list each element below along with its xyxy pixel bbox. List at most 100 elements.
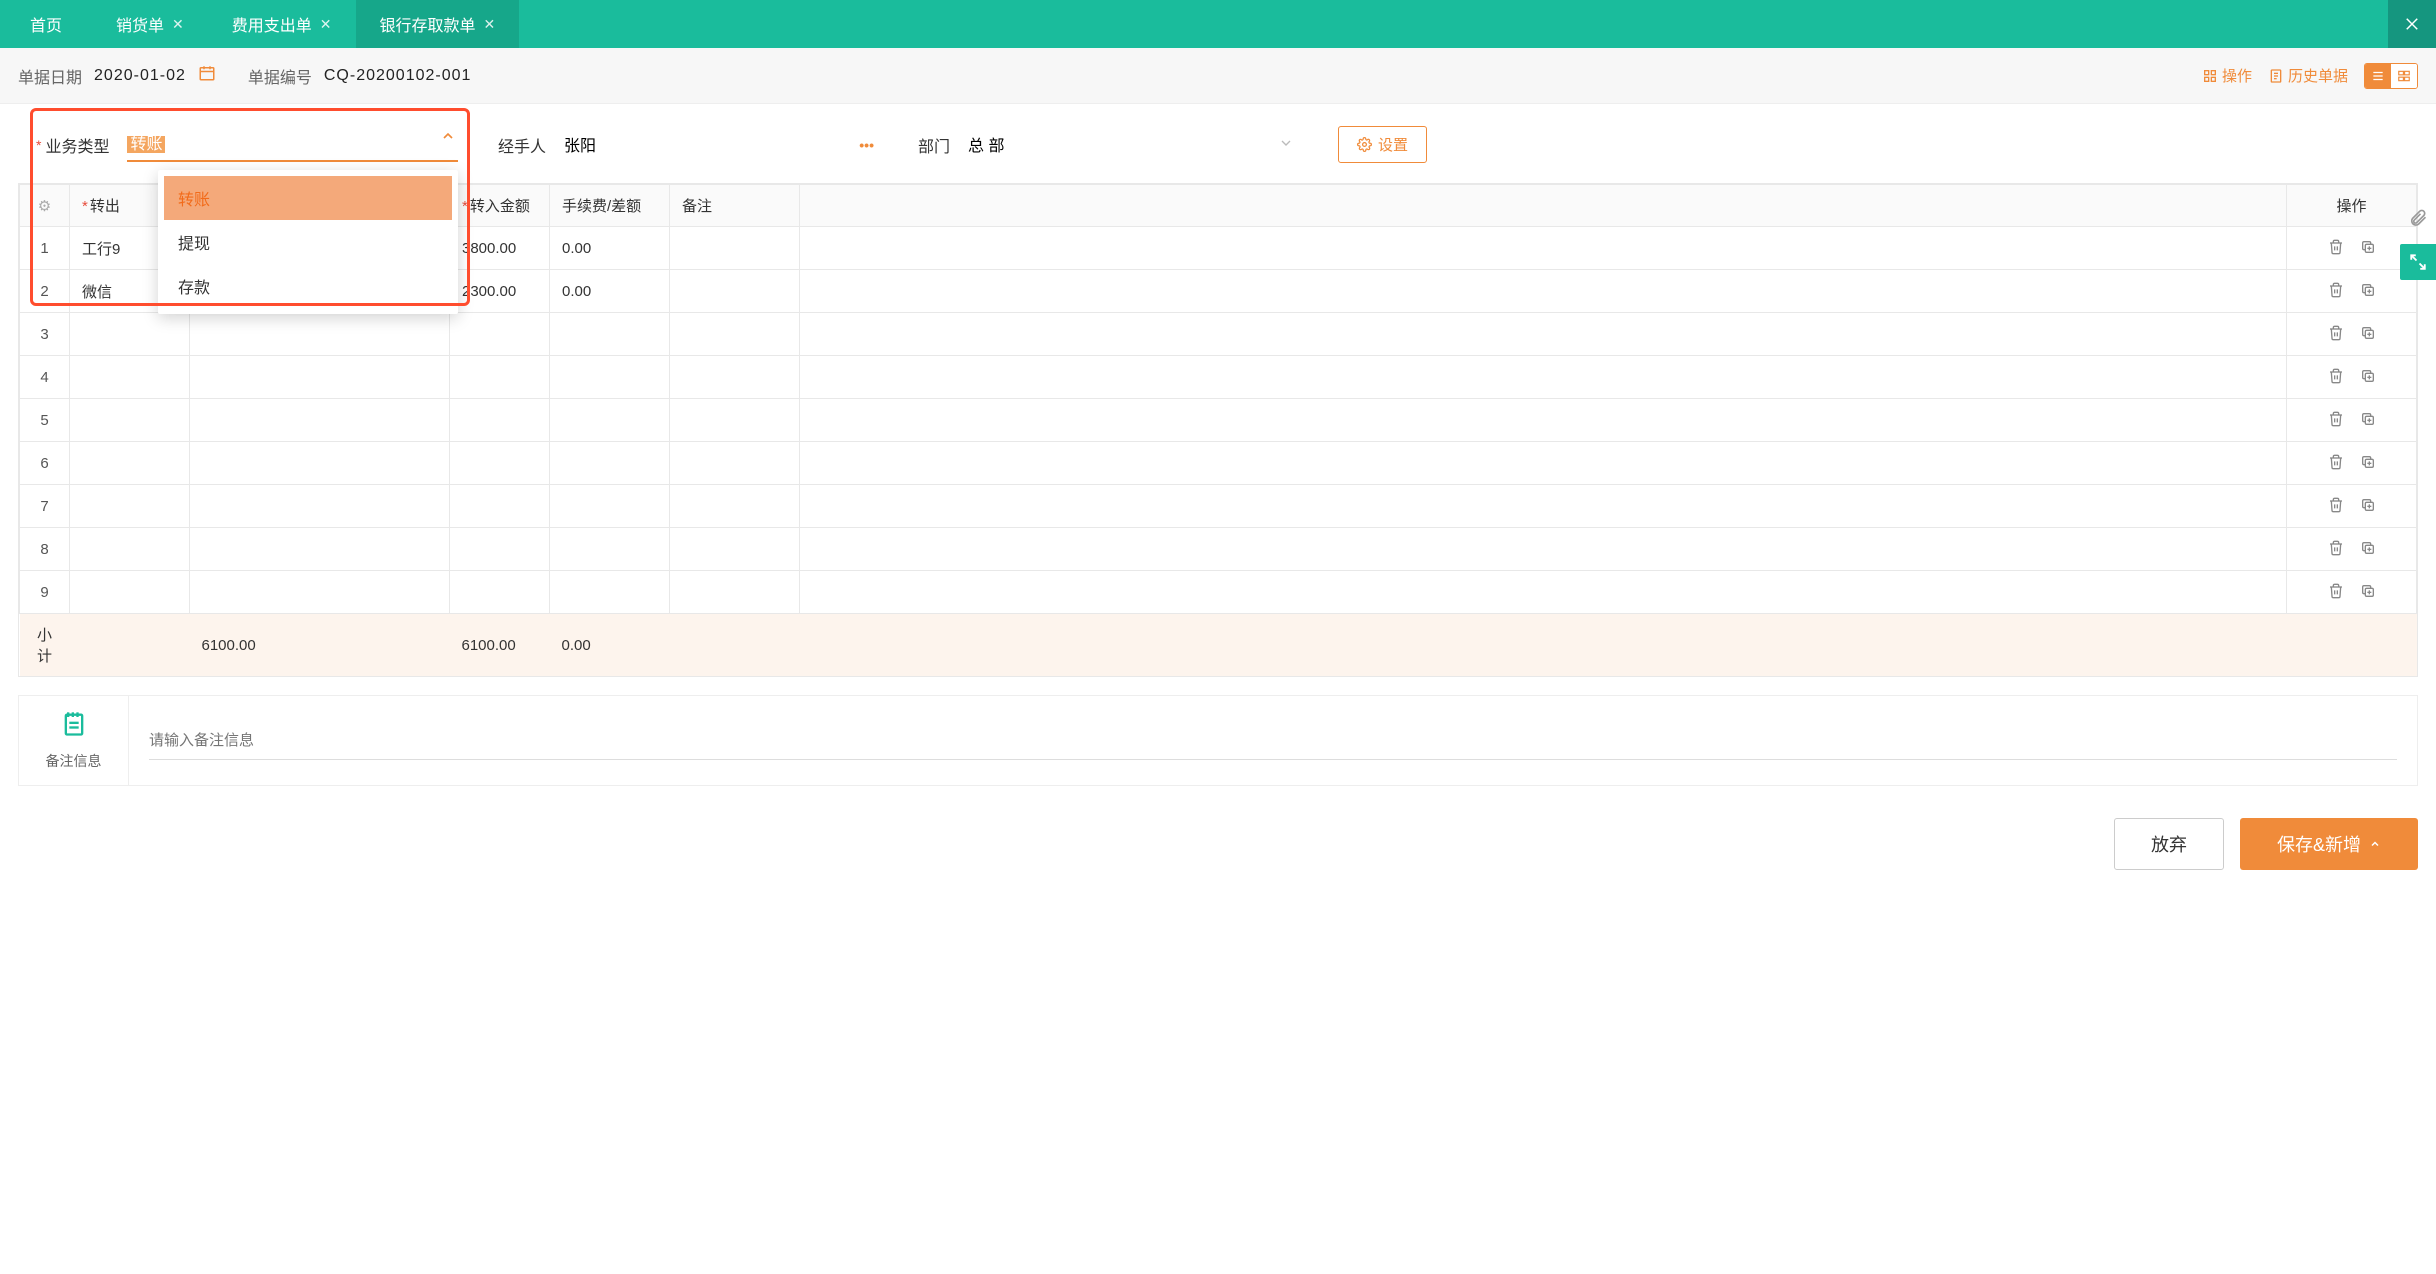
cell-fee[interactable] — [550, 571, 670, 614]
cell-fee[interactable] — [550, 356, 670, 399]
cell-remark[interactable] — [670, 399, 800, 442]
chevron-down-icon[interactable] — [1278, 135, 1294, 154]
close-icon[interactable]: ✕ — [172, 16, 184, 33]
cell-fee[interactable] — [550, 399, 670, 442]
cell-fee[interactable] — [550, 313, 670, 356]
tab-sales[interactable]: 销货单 ✕ — [92, 0, 208, 48]
ops-button[interactable]: 操作 — [2202, 65, 2252, 86]
cell-fee[interactable] — [550, 485, 670, 528]
cell-in-amt[interactable] — [450, 528, 550, 571]
view-card-button[interactable] — [2391, 64, 2417, 88]
cell-remark[interactable] — [670, 485, 800, 528]
cell-out-acc[interactable] — [70, 399, 190, 442]
copy-row-button[interactable] — [2358, 366, 2378, 386]
cell-fee[interactable] — [550, 528, 670, 571]
delete-row-button[interactable] — [2326, 452, 2346, 472]
cell-remark[interactable] — [670, 270, 800, 313]
table-row[interactable]: 3 — [20, 313, 2417, 356]
delete-row-button[interactable] — [2326, 366, 2346, 386]
cell-remark[interactable] — [670, 528, 800, 571]
cell-out-amt[interactable] — [190, 528, 450, 571]
cell-out-acc[interactable] — [70, 313, 190, 356]
business-type-field[interactable]: * 业务类型 转账 转账 提现 存款 — [18, 128, 458, 162]
delete-row-button[interactable] — [2326, 538, 2346, 558]
cell-in-amt[interactable]: 2300.00 — [450, 270, 550, 313]
cell-in-amt[interactable] — [450, 571, 550, 614]
cell-in-amt[interactable] — [450, 313, 550, 356]
cell-out-amt[interactable] — [190, 485, 450, 528]
cell-remark2[interactable] — [800, 485, 2287, 528]
cell-fee[interactable]: 0.00 — [550, 270, 670, 313]
cell-remark2[interactable] — [800, 528, 2287, 571]
date-value[interactable]: 2020-01-02 — [94, 67, 186, 85]
chevron-up-icon[interactable] — [440, 128, 456, 147]
close-icon[interactable]: ✕ — [320, 16, 332, 33]
copy-row-button[interactable] — [2358, 452, 2378, 472]
cell-remark2[interactable] — [800, 313, 2287, 356]
cell-remark2[interactable] — [800, 571, 2287, 614]
cell-remark[interactable] — [670, 313, 800, 356]
type-option-deposit[interactable]: 存款 — [164, 264, 452, 308]
copy-row-button[interactable] — [2358, 581, 2378, 601]
history-button[interactable]: 历史单据 — [2268, 65, 2348, 86]
more-icon[interactable]: ••• — [859, 137, 874, 153]
cell-in-amt[interactable]: 3800.00 — [450, 227, 550, 270]
tab-home[interactable]: 首页 — [0, 0, 92, 48]
cell-in-amt[interactable] — [450, 442, 550, 485]
handler-input[interactable] — [564, 129, 878, 161]
cell-in-amt[interactable] — [450, 356, 550, 399]
dept-input[interactable] — [968, 129, 1298, 161]
delete-row-button[interactable] — [2326, 280, 2346, 300]
settings-button[interactable]: 设置 — [1338, 126, 1427, 163]
cell-out-amt[interactable] — [190, 571, 450, 614]
calendar-icon[interactable] — [198, 64, 216, 87]
cell-out-amt[interactable] — [190, 442, 450, 485]
copy-row-button[interactable] — [2358, 538, 2378, 558]
handler-field[interactable]: 经手人 ••• — [498, 129, 878, 161]
gear-icon[interactable]: ⚙ — [38, 198, 51, 215]
type-option-withdraw[interactable]: 提现 — [164, 220, 452, 264]
copy-row-button[interactable] — [2358, 495, 2378, 515]
view-list-button[interactable] — [2365, 64, 2391, 88]
tab-expense[interactable]: 费用支出单 ✕ — [208, 0, 356, 48]
expand-button[interactable] — [2400, 244, 2436, 280]
delete-row-button[interactable] — [2326, 409, 2346, 429]
table-row[interactable]: 4 — [20, 356, 2417, 399]
cell-out-amt[interactable] — [190, 313, 450, 356]
cell-in-amt[interactable] — [450, 485, 550, 528]
cell-remark[interactable] — [670, 571, 800, 614]
table-row[interactable]: 5 — [20, 399, 2417, 442]
cell-fee[interactable]: 0.00 — [550, 227, 670, 270]
delete-row-button[interactable] — [2326, 495, 2346, 515]
copy-row-button[interactable] — [2358, 323, 2378, 343]
cell-out-acc[interactable] — [70, 442, 190, 485]
cell-in-amt[interactable] — [450, 399, 550, 442]
dept-field[interactable]: 部门 — [918, 129, 1298, 161]
cell-remark[interactable] — [670, 227, 800, 270]
type-option-transfer[interactable]: 转账 — [164, 176, 452, 220]
cell-remark2[interactable] — [800, 227, 2287, 270]
delete-row-button[interactable] — [2326, 237, 2346, 257]
tabbar-close-button[interactable] — [2388, 0, 2436, 48]
cell-out-acc[interactable] — [70, 571, 190, 614]
table-row[interactable]: 9 — [20, 571, 2417, 614]
copy-row-button[interactable] — [2358, 280, 2378, 300]
delete-row-button[interactable] — [2326, 581, 2346, 601]
attachment-button[interactable] — [2400, 200, 2436, 236]
header-gear[interactable]: ⚙ — [20, 185, 70, 227]
table-row[interactable]: 8 — [20, 528, 2417, 571]
cell-out-acc[interactable] — [70, 528, 190, 571]
cell-remark2[interactable] — [800, 399, 2287, 442]
copy-row-button[interactable] — [2358, 237, 2378, 257]
cell-remark2[interactable] — [800, 442, 2287, 485]
cell-remark2[interactable] — [800, 270, 2287, 313]
cell-remark[interactable] — [670, 442, 800, 485]
cell-out-acc[interactable] — [70, 356, 190, 399]
close-icon[interactable]: ✕ — [484, 16, 496, 33]
save-add-button[interactable]: 保存&新增 — [2240, 818, 2418, 870]
tab-bank[interactable]: 银行存取款单 ✕ — [356, 0, 520, 48]
delete-row-button[interactable] — [2326, 323, 2346, 343]
cell-out-amt[interactable] — [190, 399, 450, 442]
remarks-input[interactable] — [149, 722, 2397, 760]
table-row[interactable]: 7 — [20, 485, 2417, 528]
